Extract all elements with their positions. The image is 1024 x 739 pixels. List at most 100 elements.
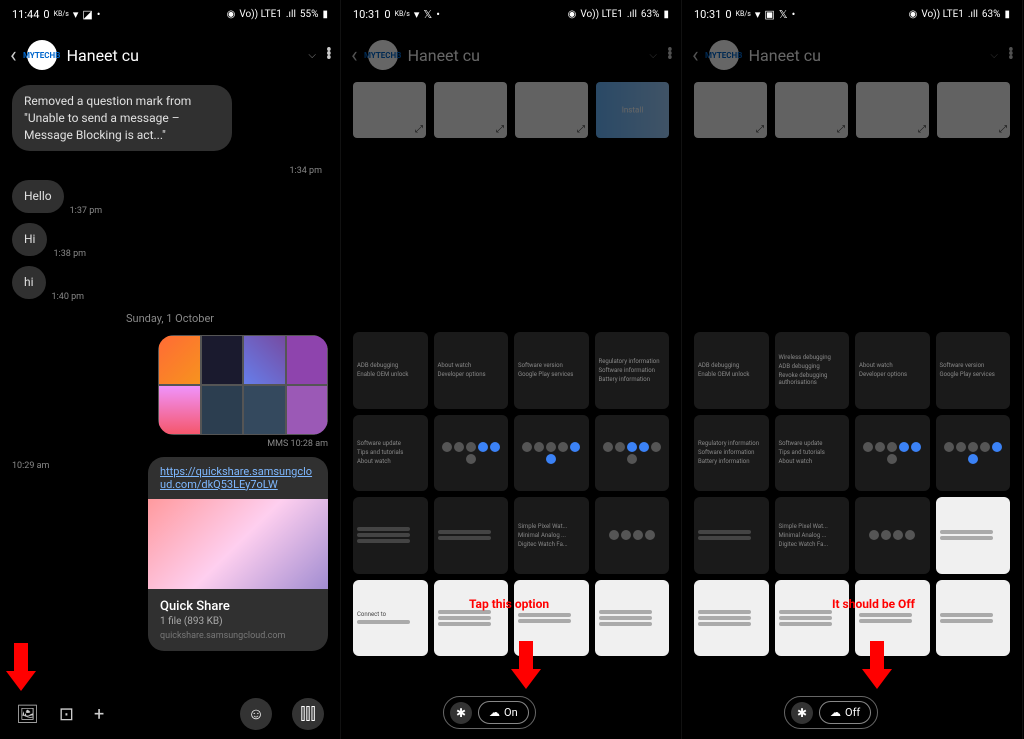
gallery-thumbnail[interactable]: Regulatory informationSoftware informati…: [694, 415, 769, 492]
gallery-thumbnail[interactable]: [434, 415, 509, 492]
panel-gallery-picker-off: 10:31 0 KB/s ▾ ▣ 𝕏 • ◉ Vo)) LTE1 .ıll 63…: [682, 0, 1023, 739]
gallery-grid[interactable]: ADB debuggingEnable OEM unlock Wireless …: [682, 324, 1022, 664]
status-bar: 10:31 0 KB/s ▾ 𝕏 • ◉ Vo)) LTE1 .ıll 63% …: [341, 0, 681, 28]
back-button[interactable]: ‹: [692, 43, 699, 68]
twitter-icon: 𝕏: [779, 8, 788, 21]
gallery-thumbnail[interactable]: [434, 497, 509, 574]
more-menu-button[interactable]: •••: [326, 49, 330, 61]
message-input-bar: 🖼 ⊡ + ☺ ⫿⫿⫿: [0, 689, 340, 739]
chat-header-dimmed: ‹ MYTECHB Haneet cu ⌵ •••: [682, 28, 1022, 82]
battery-icon: ▮: [663, 9, 669, 20]
contact-avatar: MYTECHB: [368, 40, 398, 70]
cloud-sync-toggle[interactable]: ✱ ☁ On: [443, 696, 536, 729]
gallery-thumbnail[interactable]: [595, 497, 670, 574]
camera-button[interactable]: ⊡: [59, 704, 74, 725]
link-title: Quick Share: [160, 599, 316, 614]
shield-icon: ◪: [82, 8, 92, 21]
cloud-sync-toggle[interactable]: ✱ ☁ Off: [784, 696, 878, 729]
contact-avatar[interactable]: MYTECHB: [27, 40, 57, 70]
recent-thumbnails: ⤢ ⤢ ⤢ Install: [341, 82, 681, 138]
more-menu-button[interactable]: •••: [667, 49, 671, 61]
gallery-thumbnail[interactable]: [353, 497, 428, 574]
gallery-thumbnail[interactable]: ADB debuggingEnable OEM unlock: [353, 332, 428, 409]
gallery-thumbnail[interactable]: Software updateTips and tutorialsAbout w…: [775, 415, 850, 492]
status-speed-unit: KB/s: [54, 10, 69, 18]
status-bar: 11:44 0 KB/s ▾ ◪ • ◉ Vo)) LTE1 .ıll 55% …: [0, 0, 340, 28]
message-incoming[interactable]: Hello: [12, 180, 64, 213]
contact-name: Haneet cu: [408, 46, 645, 65]
status-bar: 10:31 0 KB/s ▾ ▣ 𝕏 • ◉ Vo)) LTE1 .ıll 63…: [682, 0, 1022, 28]
status-speed-unit: KB/s: [736, 10, 751, 18]
message-image-attachment[interactable]: [158, 335, 328, 435]
toggle-label: Off: [845, 706, 860, 719]
gallery-thumbnail[interactable]: [694, 497, 769, 574]
down-arrow-icon: ▾: [414, 8, 420, 21]
message-incoming[interactable]: Hi: [12, 223, 47, 256]
gallery-thumbnail[interactable]: [936, 415, 1011, 492]
cloud-toggle-pill[interactable]: ☁ Off: [819, 701, 871, 724]
expand-icon: ⤢: [577, 124, 585, 135]
status-net: Vo)) LTE1: [580, 9, 623, 20]
contact-avatar: MYTECHB: [709, 40, 739, 70]
gallery-thumbnail[interactable]: [514, 415, 589, 492]
more-menu-button[interactable]: •••: [1008, 49, 1012, 61]
status-battery: 63%: [982, 9, 1001, 20]
cloud-toggle-pill[interactable]: ☁ On: [478, 701, 529, 724]
message-timestamp: 1:34 pm: [289, 166, 322, 176]
link-url[interactable]: https://quickshare.samsungcloud.com/dkQ5…: [148, 457, 328, 499]
chat-header-dimmed: ‹ MYTECHB Haneet cu ⌵ •••: [341, 28, 681, 82]
emoji-button[interactable]: ☺: [240, 698, 272, 730]
back-button[interactable]: ‹: [351, 43, 358, 68]
message-timestamp: 1:38 pm: [53, 249, 86, 259]
gallery-thumbnail[interactable]: Software versionGoogle Play services: [936, 332, 1011, 409]
panel-conversation: 11:44 0 KB/s ▾ ◪ • ◉ Vo)) LTE1 .ıll 55% …: [0, 0, 341, 739]
expand-icon: ⤢: [496, 124, 504, 135]
gallery-thumbnail[interactable]: About watchDeveloper options: [434, 332, 509, 409]
add-button[interactable]: +: [94, 704, 104, 725]
status-time: 11:44: [12, 8, 39, 21]
gallery-grid[interactable]: ADB debuggingEnable OEM unlock About wat…: [341, 324, 681, 664]
gallery-thumbnail[interactable]: [855, 415, 930, 492]
chevron-down-icon[interactable]: ⌵: [308, 50, 316, 61]
gallery-thumbnail[interactable]: About watchDeveloper options: [855, 332, 930, 409]
gallery-thumbnail[interactable]: ADB debuggingEnable OEM unlock: [694, 332, 769, 409]
gallery-thumbnail[interactable]: Connect to: [353, 580, 428, 657]
gallery-thumbnail[interactable]: Software versionGoogle Play services: [514, 332, 589, 409]
gallery-thumbnail[interactable]: [434, 580, 509, 657]
thumb: ⤢: [775, 82, 848, 138]
gallery-thumbnail[interactable]: [936, 497, 1011, 574]
status-speed: 0: [725, 8, 731, 21]
cloud-icon: ☁: [830, 706, 841, 719]
gallery-thumbnail[interactable]: [595, 580, 670, 657]
status-battery: 63%: [641, 9, 660, 20]
message-incoming[interactable]: Removed a question mark from "Unable to …: [12, 85, 232, 151]
message-timestamp: 1:40 pm: [52, 292, 85, 302]
gallery-app-icon: ✱: [450, 702, 472, 724]
gallery-thumbnail[interactable]: Simple Pixel Wat...Minimal Analog ...Dig…: [775, 497, 850, 574]
thumb: ⤢: [515, 82, 588, 138]
link-preview-card[interactable]: https://quickshare.samsungcloud.com/dkQ5…: [148, 457, 328, 651]
gallery-thumbnail[interactable]: Simple Pixel Wat...Minimal Analog ...Dig…: [514, 497, 589, 574]
install-label: Install: [622, 106, 644, 115]
annotation-text: It should be Off: [832, 597, 915, 611]
message-incoming[interactable]: hi: [12, 266, 46, 299]
thumb: ⤢: [434, 82, 507, 138]
status-time: 10:31: [694, 8, 721, 21]
gallery-button[interactable]: 🖼: [16, 704, 39, 725]
voice-button[interactable]: ⫿⫿⫿: [292, 698, 324, 730]
gallery-thumbnail[interactable]: [775, 580, 850, 657]
gallery-thumbnail[interactable]: [936, 580, 1011, 657]
gallery-thumbnail[interactable]: [855, 497, 930, 574]
contact-name[interactable]: Haneet cu: [67, 46, 304, 65]
gallery-thumbnail[interactable]: Regulatory informationSoftware informati…: [595, 332, 670, 409]
gallery-thumbnail[interactable]: Wireless debuggingADB debuggingRevoke de…: [775, 332, 850, 409]
dot-icon: •: [436, 8, 440, 21]
gallery-thumbnail[interactable]: [694, 580, 769, 657]
gallery-thumbnail[interactable]: [595, 415, 670, 492]
status-speed-unit: KB/s: [395, 10, 410, 18]
chat-scroll-area[interactable]: Removed a question mark from "Unable to …: [0, 82, 340, 691]
gallery-thumbnail[interactable]: Software updateTips and tutorialsAbout w…: [353, 415, 428, 492]
status-net: Vo)) LTE1: [239, 9, 282, 20]
chevron-down-icon: ⌵: [990, 50, 998, 61]
back-button[interactable]: ‹: [10, 43, 17, 68]
